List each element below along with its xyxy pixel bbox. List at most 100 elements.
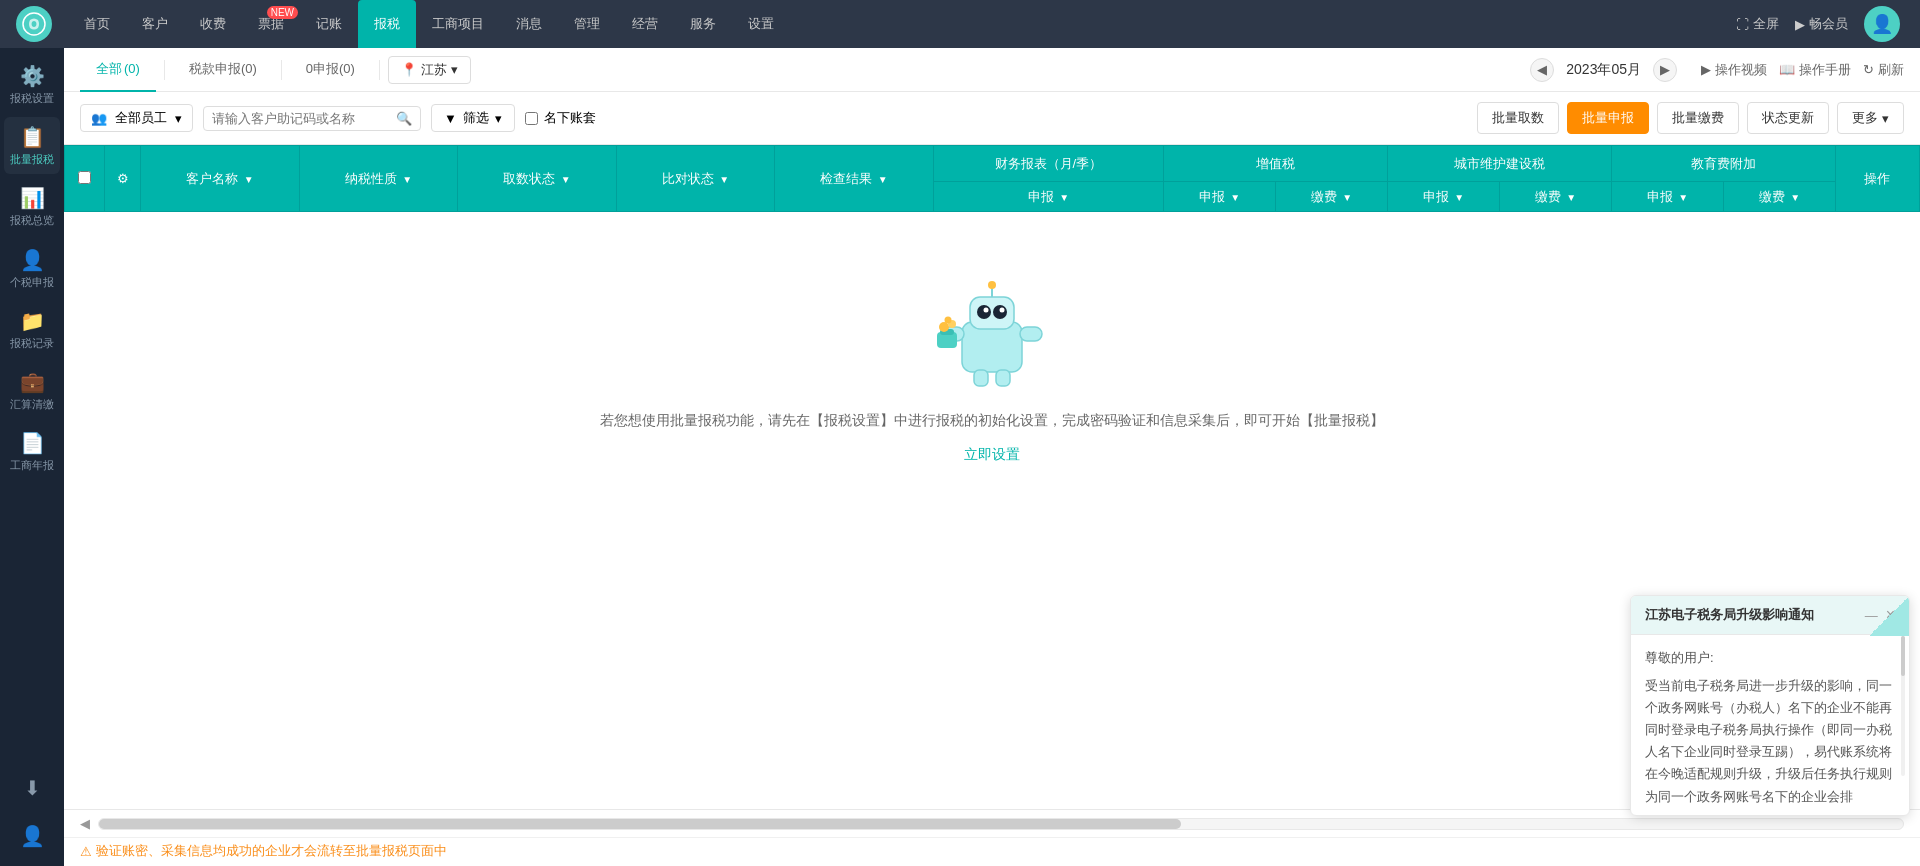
nav-item-tax[interactable]: 报税 [358, 0, 416, 48]
settings-icon[interactable]: ⚙ [117, 171, 129, 186]
svg-point-15 [945, 317, 952, 324]
fetch-sort-icon[interactable]: ▼ [561, 174, 571, 185]
nav-item-customer[interactable]: 客户 [126, 0, 184, 48]
nav-item-message[interactable]: 消息 [500, 0, 558, 48]
vat-pay-sort-icon[interactable]: ▼ [1342, 192, 1352, 203]
th-compare-status: 比对状态 ▼ [616, 146, 775, 212]
tax-records-icon: 📁 [20, 309, 45, 333]
region-selector[interactable]: 📍 江苏 ▾ [388, 56, 471, 84]
edu-declare-sort-icon[interactable]: ▼ [1678, 192, 1688, 203]
status-update-button[interactable]: 状态更新 [1747, 102, 1829, 134]
nav-item-operation[interactable]: 经营 [616, 0, 674, 48]
tax-summary-icon: 📊 [20, 186, 45, 210]
tab-all[interactable]: 全部(0) [80, 48, 156, 92]
filter-chevron-icon: ▾ [495, 111, 502, 126]
month-navigation: ◀ 2023年05月 ▶ [1530, 58, 1677, 82]
account-checkbox-label: 名下账套 [525, 109, 596, 127]
search-icon[interactable]: 🔍 [396, 111, 412, 126]
nav-item-bookkeeping[interactable]: 记账 [300, 0, 358, 48]
annual-report-icon: 📄 [20, 431, 45, 455]
video-icon: ▶ [1701, 62, 1711, 77]
th-tax-nature: 纳税性质 ▼ [299, 146, 458, 212]
edu-pay-sort-icon[interactable]: ▼ [1790, 192, 1800, 203]
nav-item-settings[interactable]: 设置 [732, 0, 790, 48]
employee-chevron-icon: ▾ [175, 111, 182, 126]
month-prev-button[interactable]: ◀ [1530, 58, 1554, 82]
batch-pay-button[interactable]: 批量缴费 [1657, 102, 1739, 134]
nav-item-home[interactable]: 首页 [68, 0, 126, 48]
svg-rect-16 [974, 370, 988, 386]
sidebar-item-settlement[interactable]: 💼 汇算清缴 [4, 362, 60, 419]
manual-icon: 📖 [1779, 62, 1795, 77]
search-input[interactable] [212, 111, 392, 126]
th-financial-declare: 申报 ▼ [933, 182, 1163, 212]
svg-point-8 [988, 281, 996, 289]
sidebar-item-tax-settings[interactable]: ⚙️ 报税设置 [4, 56, 60, 113]
sidebar: ⚙️ 报税设置 📋 批量报税 📊 报税总览 👤 个税申报 📁 报税记录 💼 汇算… [0, 48, 64, 866]
select-all-checkbox[interactable] [78, 171, 91, 184]
member-icon: ▶ [1795, 17, 1805, 32]
notification-text: 尊敬的用户: [1645, 647, 1895, 669]
sidebar-item-personal-tax[interactable]: 👤 个税申报 [4, 240, 60, 297]
sidebar-item-annual-report[interactable]: 📄 工商年报 [4, 423, 60, 480]
nav-item-invoice[interactable]: 票据 NEW [242, 0, 300, 48]
tab-tax-declare[interactable]: 税款申报(0) [173, 48, 273, 92]
more-button[interactable]: 更多 ▾ [1837, 102, 1904, 134]
svg-point-5 [984, 308, 989, 313]
member-button[interactable]: ▶ 畅会员 [1795, 15, 1848, 33]
download-icon: ⬇ [24, 776, 41, 800]
tax-nature-sort-icon[interactable]: ▼ [402, 174, 412, 185]
check-sort-icon[interactable]: ▼ [878, 174, 888, 185]
video-action[interactable]: ▶ 操作视频 [1701, 61, 1767, 79]
refresh-action[interactable]: ↻ 刷新 [1863, 61, 1904, 79]
th-check-result: 检查结果 ▼ [775, 146, 934, 212]
month-next-button[interactable]: ▶ [1653, 58, 1677, 82]
robot-illustration [932, 272, 1052, 392]
sidebar-item-tax-summary[interactable]: 📊 报税总览 [4, 178, 60, 235]
customer-sort-icon[interactable]: ▼ [244, 174, 254, 185]
user-avatar[interactable]: 👤 [1864, 6, 1900, 42]
tab-divider-1 [164, 60, 165, 80]
tax-settings-icon: ⚙️ [20, 64, 45, 88]
verify-tip-bar: ⚠ 验证账密、采集信息均成功的企业才会流转至批量报税页面中 [64, 837, 1920, 866]
tab-zero-declare[interactable]: 0申报(0) [290, 48, 371, 92]
user-icon: 👤 [20, 824, 45, 848]
tab-bar: 全部(0) 税款申报(0) 0申报(0) 📍 江苏 ▾ ◀ 2023年05月 ▶ [64, 48, 1920, 92]
notification-scrollbar[interactable] [1901, 636, 1905, 776]
sidebar-bottom: ⬇ 👤 [4, 768, 60, 866]
city-declare-sort-icon[interactable]: ▼ [1454, 192, 1464, 203]
horizontal-scrollbar[interactable] [98, 818, 1904, 830]
th-education-surcharge: 教育费附加 [1611, 146, 1835, 182]
financial-declare-sort-icon[interactable]: ▼ [1059, 192, 1069, 203]
batch-declare-button[interactable]: 批量申报 [1567, 102, 1649, 134]
setup-link[interactable]: 立即设置 [964, 446, 1020, 464]
nav-item-service[interactable]: 服务 [674, 0, 732, 48]
sidebar-user-button[interactable]: 👤 [4, 816, 60, 856]
th-city-declare: 申报 ▼ [1387, 182, 1499, 212]
app-logo[interactable] [10, 0, 58, 48]
svg-point-4 [993, 305, 1007, 319]
region-icon: 📍 [401, 62, 417, 77]
nav-item-business[interactable]: 工商项目 [416, 0, 500, 48]
compare-sort-icon[interactable]: ▼ [719, 174, 729, 185]
vat-declare-sort-icon[interactable]: ▼ [1230, 192, 1240, 203]
tab-divider-2 [281, 60, 282, 80]
th-checkbox [65, 146, 105, 212]
sidebar-download-button[interactable]: ⬇ [4, 768, 60, 808]
sidebar-item-batch-tax[interactable]: 📋 批量报税 [4, 117, 60, 174]
personal-tax-icon: 👤 [20, 248, 45, 272]
data-table: ⚙ 客户名称 ▼ 纳税性质 ▼ 取数状态 ▼ [64, 145, 1920, 212]
filter-button[interactable]: ▼ 筛选 ▾ [431, 104, 515, 132]
employee-selector[interactable]: 👥 全部员工 ▾ [80, 104, 193, 132]
sidebar-item-tax-records[interactable]: 📁 报税记录 [4, 301, 60, 358]
nav-item-manage[interactable]: 管理 [558, 0, 616, 48]
more-chevron-icon: ▾ [1882, 111, 1889, 126]
manual-action[interactable]: 📖 操作手册 [1779, 61, 1851, 79]
fullscreen-button[interactable]: ⛶ 全屏 [1736, 15, 1779, 33]
city-pay-sort-icon[interactable]: ▼ [1566, 192, 1576, 203]
nav-item-billing[interactable]: 收费 [184, 0, 242, 48]
account-checkbox[interactable] [525, 112, 538, 125]
th-edu-declare: 申报 ▼ [1611, 182, 1723, 212]
notification-body: 尊敬的用户: 受当前电子税务局进一步升级的影响，同一个政务网账号（办税人）名下的… [1631, 635, 1909, 815]
batch-fetch-button[interactable]: 批量取数 [1477, 102, 1559, 134]
